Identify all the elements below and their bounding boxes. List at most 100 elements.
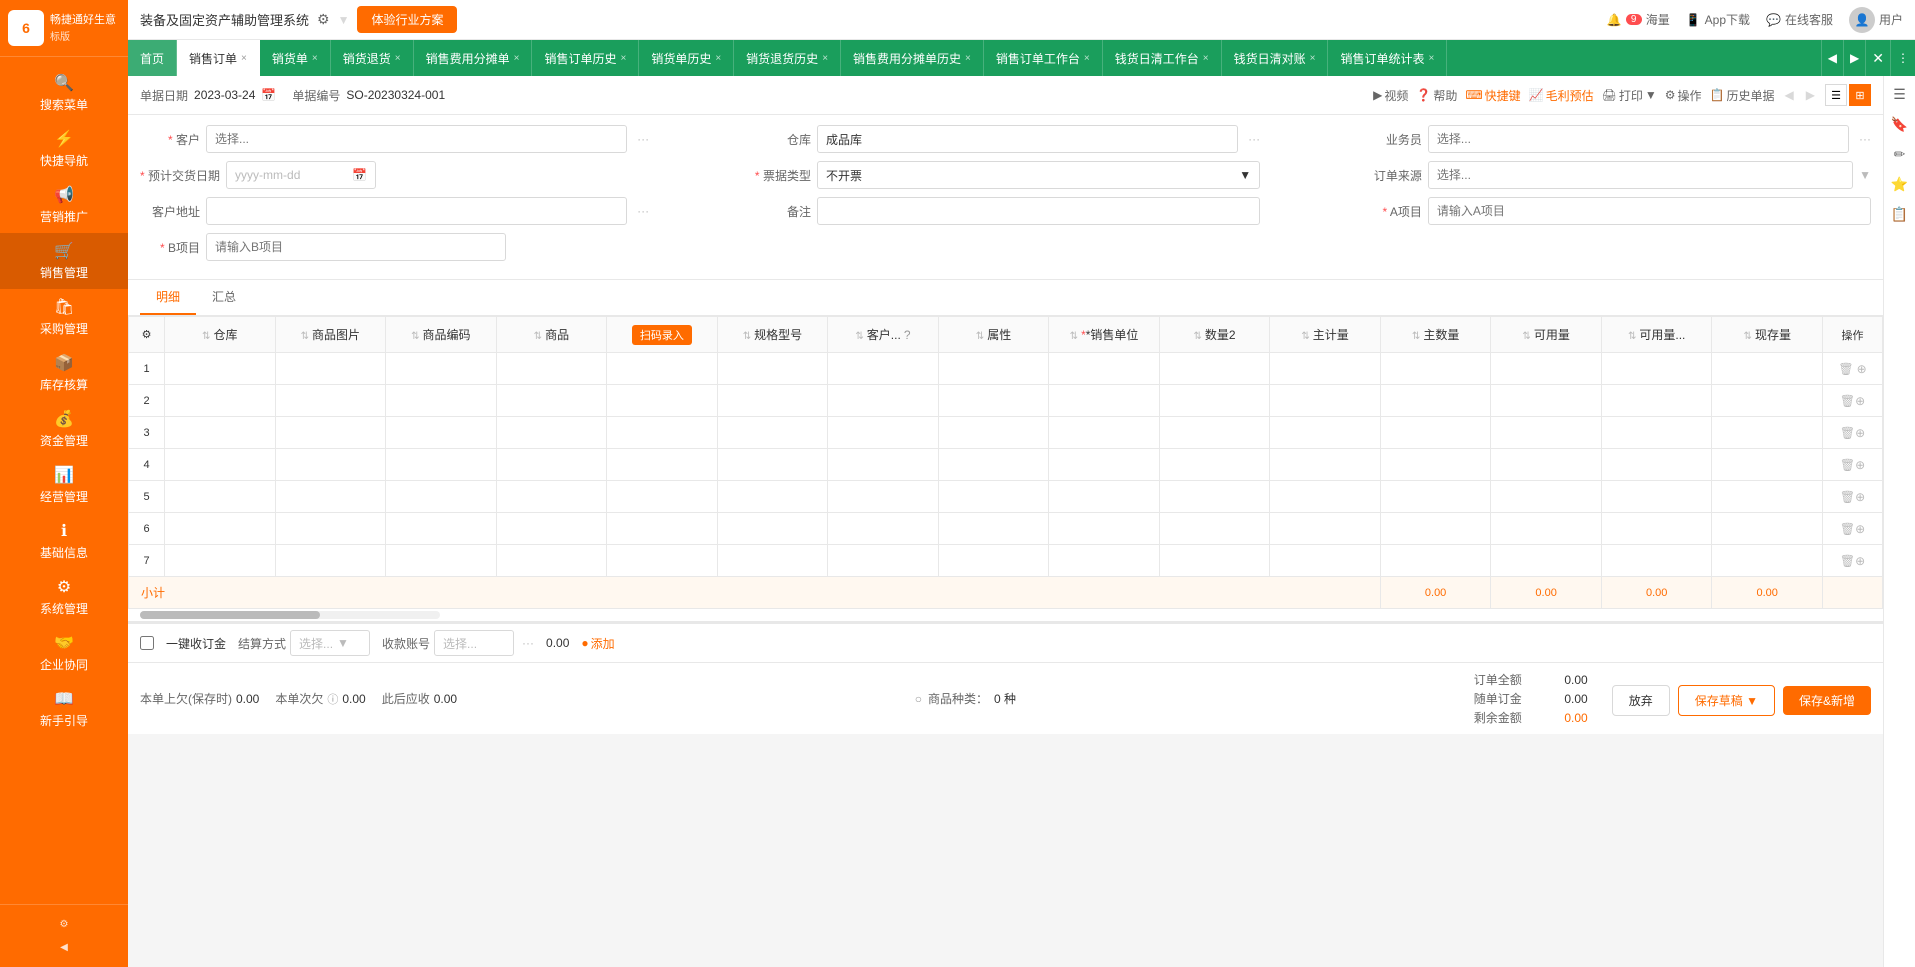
settings-icon[interactable]: ⚙ [317, 11, 330, 28]
copy-row-btn[interactable]: ⊕ [1855, 394, 1865, 408]
warehouse-dots-btn[interactable]: ··· [1248, 132, 1260, 146]
nav-more-btn[interactable]: ⋮ [1890, 40, 1915, 76]
sidebar-item-system[interactable]: ⚙ 系统管理 [0, 569, 128, 625]
calendar-icon[interactable]: 📅 [261, 88, 276, 102]
tab-close-icon[interactable]: × [1428, 53, 1434, 64]
notification-btn[interactable]: 🔔 9 海量 [1607, 11, 1670, 28]
a-project-input[interactable] [1428, 197, 1871, 225]
row-spec[interactable] [717, 353, 828, 385]
scan-btn[interactable]: 扫码录入 [632, 325, 692, 345]
row-scan[interactable] [607, 353, 718, 385]
tab-invoice-history[interactable]: 销货单历史 × [639, 40, 734, 76]
sidebar-item-operations[interactable]: 📊 经营管理 [0, 457, 128, 513]
tab-order-workbench[interactable]: 销售订单工作台 × [984, 40, 1103, 76]
sidebar-item-sales[interactable]: 🛒 销售管理 [0, 233, 128, 289]
sidebar-item-quick[interactable]: ⚡ 快捷导航 [0, 121, 128, 177]
sidebar-item-collab[interactable]: 🤝 企业协同 [0, 625, 128, 681]
tab-return-history[interactable]: 销货退货历史 × [734, 40, 841, 76]
copy-row-btn[interactable]: ⊕ [1857, 362, 1867, 376]
b-project-input[interactable] [206, 233, 506, 261]
th-unit[interactable]: ⇅ **销售单位 [1049, 317, 1160, 353]
note-input[interactable] [817, 197, 1260, 225]
row-avail2[interactable] [1601, 353, 1712, 385]
sidebar-item-guide[interactable]: 📖 新手引导 [0, 681, 128, 737]
delete-row-btn[interactable]: 🗑 [1840, 458, 1855, 472]
delivery-date-input[interactable]: yyyy-mm-dd 📅 [226, 161, 376, 189]
th-qty2[interactable]: ⇅ 数量2 [1159, 317, 1270, 353]
account-select[interactable]: 选择... [434, 630, 514, 656]
tab-close-icon[interactable]: × [1203, 53, 1209, 64]
th-attr[interactable]: ⇅ 属性 [938, 317, 1049, 353]
staff-dots-btn[interactable]: ··· [1859, 132, 1871, 146]
tab-home[interactable]: 首页 [128, 40, 177, 76]
tab-order-history[interactable]: 销售订单历史 × [532, 40, 639, 76]
row-main-unit[interactable] [1270, 353, 1381, 385]
warehouse-input[interactable] [817, 125, 1238, 153]
delete-row-btn[interactable]: 🗑 [1840, 426, 1855, 440]
rs-bookmark-btn[interactable]: 🔖 [1886, 110, 1914, 138]
th-spec[interactable]: ⇅ 规格型号 [717, 317, 828, 353]
sidebar-item-basics[interactable]: ℹ 基础信息 [0, 513, 128, 569]
nav-prev-btn[interactable]: ◀ [1821, 40, 1843, 76]
tab-close-icon[interactable]: × [241, 53, 247, 64]
th-avail[interactable]: ⇅ 可用量 [1491, 317, 1602, 353]
rs-clipboard-btn[interactable]: 📋 [1886, 200, 1914, 228]
invoice-select[interactable]: 不开票 ▼ [817, 161, 1260, 189]
operations-link[interactable]: ⚙ 操作 [1665, 87, 1702, 104]
list-view-btn[interactable]: ☰ [1825, 84, 1847, 106]
delete-row-btn[interactable]: 🗑 [1840, 490, 1855, 504]
tab-sales-order[interactable]: 销售订单 × [177, 40, 260, 76]
rs-edit-btn[interactable]: ✏ [1886, 140, 1914, 168]
delete-row-btn[interactable]: 🗑 [1840, 522, 1855, 536]
th-code[interactable]: ⇅ 商品编码 [386, 317, 497, 353]
tab-sales-expense[interactable]: 销售费用分摊单 × [414, 40, 533, 76]
shortcuts-link[interactable]: ⌨ 快捷键 [1465, 87, 1520, 104]
tab-detail[interactable]: 明细 [140, 280, 196, 315]
copy-row-btn[interactable]: ⊕ [1855, 490, 1865, 504]
user-btn[interactable]: 👤 用户 [1849, 7, 1903, 33]
horizontal-scrollbar[interactable] [140, 611, 440, 619]
copy-row-btn[interactable]: ⊕ [1855, 458, 1865, 472]
row-qty2[interactable] [1159, 353, 1270, 385]
history-link[interactable]: 📋 历史单据 [1710, 87, 1775, 104]
payment-method-select[interactable]: 选择... ▼ [290, 630, 370, 656]
tab-reconciliation[interactable]: 钱货日清对账 × [1222, 40, 1329, 76]
th-customer-code[interactable]: ⇅ 客户... ? [828, 317, 939, 353]
address-input[interactable] [206, 197, 627, 225]
sidebar-item-purchase[interactable]: 🛍 采购管理 [0, 289, 128, 345]
tab-daily-workbench[interactable]: 钱货日清工作台 × [1103, 40, 1222, 76]
sidebar-item-inventory[interactable]: 📦 库存核算 [0, 345, 128, 401]
tab-close-icon[interactable]: × [1310, 53, 1316, 64]
copy-row-btn[interactable]: ⊕ [1855, 522, 1865, 536]
row-avail[interactable] [1491, 353, 1602, 385]
discard-btn[interactable]: 放弃 [1612, 685, 1670, 716]
th-main-qty[interactable]: ⇅ 主数量 [1380, 317, 1491, 353]
sidebar-item-search[interactable]: 🔍 搜索菜单 [0, 65, 128, 121]
tab-summary[interactable]: 汇总 [196, 280, 252, 315]
one-click-checkbox[interactable] [140, 636, 154, 650]
rs-menu-btn[interactable]: ☰ [1886, 80, 1914, 108]
tab-close-icon[interactable]: × [312, 53, 318, 64]
row-image[interactable] [275, 353, 386, 385]
row-customer-code[interactable] [828, 353, 939, 385]
tab-close-icon[interactable]: × [822, 53, 828, 64]
copy-row-btn[interactable]: ⊕ [1855, 554, 1865, 568]
grid-view-btn[interactable]: ⊞ [1849, 84, 1871, 106]
save-new-btn[interactable]: 保存&新增 [1783, 686, 1871, 715]
th-avail2[interactable]: ⇅ 可用量... [1601, 317, 1712, 353]
sidebar-item-marketing[interactable]: 📢 营销推广 [0, 177, 128, 233]
account-dots-btn[interactable]: ··· [522, 636, 534, 650]
row-code[interactable] [386, 353, 497, 385]
tab-close-icon[interactable]: × [1084, 53, 1090, 64]
row-warehouse[interactable] [165, 353, 276, 385]
customer-input[interactable] [206, 125, 627, 153]
tab-close-icon[interactable]: × [965, 53, 971, 64]
tab-close-icon[interactable]: × [514, 53, 520, 64]
rs-star-btn[interactable]: ⭐ [1886, 170, 1914, 198]
profit-link[interactable]: 📈 毛利预估 [1529, 87, 1594, 104]
th-image[interactable]: ⇅ 商品图片 [275, 317, 386, 353]
th-product[interactable]: ⇅ 商品 [496, 317, 607, 353]
online-service-btn[interactable]: 💬 在线客服 [1766, 11, 1833, 28]
sidebar-collapse-btn[interactable]: ◀ [0, 936, 128, 959]
tab-sales-return[interactable]: 销货退货 × [331, 40, 414, 76]
